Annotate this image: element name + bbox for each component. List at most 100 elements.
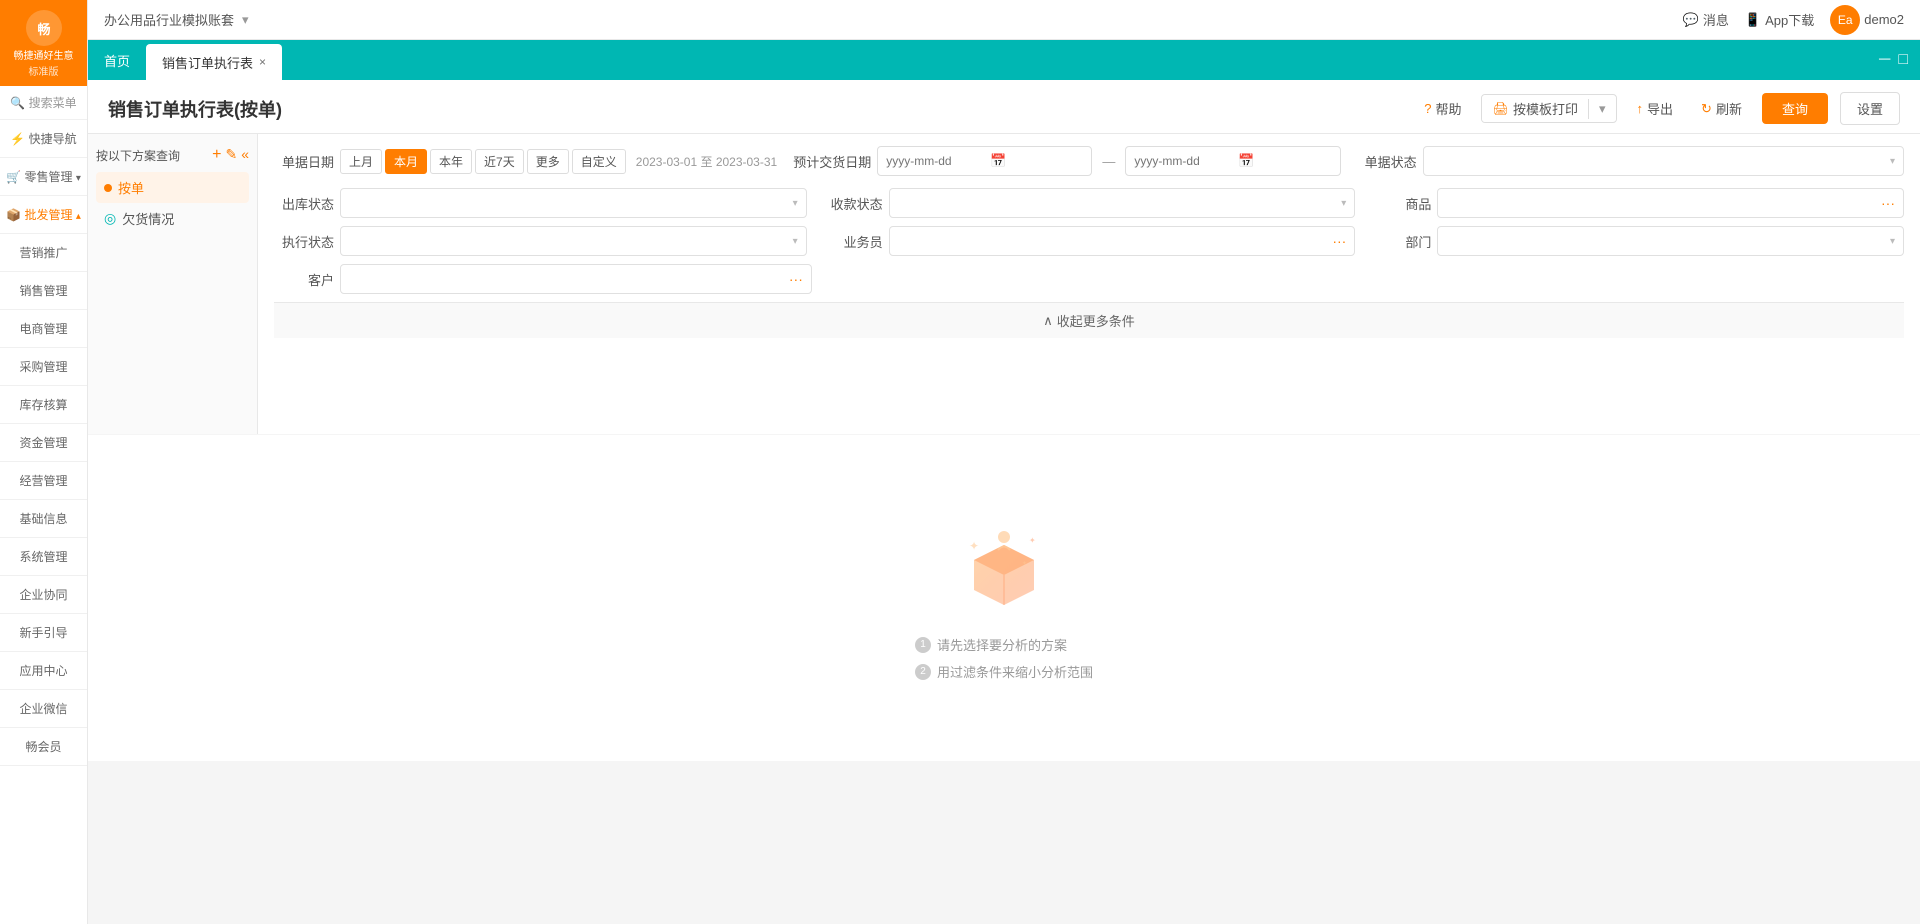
wholesale-label: 批发管理 [24, 208, 72, 222]
sidebar-item-quick-nav[interactable]: ⚡ 快捷导航 [0, 120, 87, 158]
tab-bar: 首页 销售订单执行表 × ─ □ [88, 40, 1920, 80]
sidebar-item-sales[interactable]: 销售管理 [0, 272, 87, 310]
date-this-year-btn[interactable]: 本年 [430, 149, 472, 174]
tip-num-1: 1 [915, 637, 931, 653]
retail-arrow: ▾ [76, 173, 81, 184]
goods-more-icon: ··· [1881, 195, 1895, 211]
delivery-select[interactable]: ▾ [340, 188, 807, 218]
expected-date-group: 预计交货日期 📅 — 📅 [793, 146, 1340, 176]
settings-button[interactable]: 设置 [1840, 92, 1900, 125]
refresh-icon: ↻ [1701, 101, 1712, 117]
svg-text:✦: ✦ [1022, 560, 1027, 567]
exec-select[interactable]: ▾ [340, 226, 807, 256]
expected-date-end-input[interactable]: 📅 [1125, 146, 1340, 176]
user-menu[interactable]: Ea demo2 [1830, 5, 1904, 35]
tab-close-button[interactable]: × [259, 55, 266, 69]
quick-nav-label: 快捷导航 [29, 132, 77, 146]
expected-date-start-field[interactable] [886, 154, 986, 168]
empty-tip-2: 2 用过滤条件来缩小分析范围 [915, 662, 1093, 681]
app-download-label: App下载 [1765, 10, 1814, 29]
app-download-button[interactable]: 📱 App下载 [1745, 10, 1814, 29]
goods-input[interactable]: ··· [1437, 188, 1904, 218]
collapse-button[interactable]: ∧ 收起更多条件 [274, 302, 1904, 338]
filter-row-2: 出库状态 ▾ 收款状态 ▾ 商品 [274, 188, 1904, 218]
collapse-sidebar-button[interactable]: « [241, 146, 249, 164]
sidebar-item-system[interactable]: 系统管理 [0, 538, 87, 576]
help-button[interactable]: ? 帮助 [1416, 95, 1469, 122]
date-7days-btn[interactable]: 近7天 [475, 149, 524, 174]
circle-icon: ◎ [104, 210, 116, 227]
filter-row-3: 执行状态 ▾ 业务员 ··· 部门 [274, 226, 1904, 256]
empty-tips: 1 请先选择要分析的方案 2 用过滤条件来缩小分析范围 [915, 635, 1093, 681]
edit-scheme-button[interactable]: ✎ [225, 146, 237, 164]
refresh-button[interactable]: ↻ 刷新 [1693, 95, 1750, 122]
refresh-label: 刷新 [1716, 99, 1742, 118]
customer-more-icon: ··· [789, 271, 803, 287]
scheme-item-by-order[interactable]: 按单 [96, 172, 249, 203]
query-button[interactable]: 查询 [1762, 93, 1828, 124]
breadcrumb-arrow-icon[interactable]: ▾ [242, 12, 249, 28]
ecommerce-label: 电商管理 [19, 322, 67, 336]
tab-sales-order[interactable]: 销售订单执行表 × [146, 44, 282, 80]
sidebar-item-operations[interactable]: 经营管理 [0, 462, 87, 500]
expected-date-end-field[interactable] [1134, 154, 1234, 168]
sidebar-item-search[interactable]: 🔍 搜索菜单 [0, 86, 87, 120]
delivery-arrow-icon: ▾ [793, 198, 798, 209]
print-button-group: 🖨 按模板打印 ▾ [1481, 94, 1616, 123]
sidebar-item-marketing[interactable]: 营销推广 [0, 234, 87, 272]
date-more-btn[interactable]: 更多 [527, 149, 569, 174]
goods-filter-group: 商品 ··· [1371, 188, 1904, 218]
message-button[interactable]: 💬 消息 [1683, 10, 1729, 29]
sidebar-item-collab[interactable]: 企业协同 [0, 576, 87, 614]
tab-home[interactable]: 首页 [88, 40, 146, 80]
search-label: 搜索菜单 [29, 96, 77, 110]
sidebar-item-retail[interactable]: 🛒 零售管理 ▾ [0, 158, 87, 196]
salesperson-input[interactable]: ··· [889, 226, 1356, 256]
filter-row-4: 客户 ··· [274, 264, 812, 294]
sidebar-item-inventory[interactable]: 库存核算 [0, 386, 87, 424]
scheme-shortage-label: 欠货情况 [122, 209, 174, 228]
tab-maximize-button[interactable]: □ [1898, 51, 1908, 69]
sidebar-item-finance[interactable]: 资金管理 [0, 424, 87, 462]
sidebar-item-purchase[interactable]: 采购管理 [0, 348, 87, 386]
date-custom-btn[interactable]: 自定义 [572, 149, 626, 174]
status-select[interactable]: ▾ [1423, 146, 1904, 176]
date-prev-month-btn[interactable]: 上月 [340, 149, 382, 174]
print-icon: 🖨 [1492, 101, 1509, 117]
sidebar-item-member[interactable]: 畅会员 [0, 728, 87, 766]
member-label: 畅会员 [25, 740, 61, 754]
help-icon: ? [1424, 101, 1431, 116]
collection-select[interactable]: ▾ [889, 188, 1356, 218]
date-filter-group: 单据日期 上月 本月 本年 近7天 更多 自定义 2023-03-01 至 20… [274, 149, 777, 174]
home-tab-label: 首页 [104, 51, 130, 70]
expected-date-start-input[interactable]: 📅 [877, 146, 1092, 176]
add-scheme-button[interactable]: + [212, 146, 221, 164]
filter-row-1: 单据日期 上月 本月 本年 近7天 更多 自定义 2023-03-01 至 20… [274, 146, 1904, 176]
sidebar-item-app-center[interactable]: 应用中心 [0, 652, 87, 690]
calendar-start-icon: 📅 [990, 153, 1006, 169]
delivery-label: 出库状态 [274, 194, 334, 213]
app-logo: 畅 畅捷通好生意 标准版 [0, 0, 87, 86]
dept-select[interactable]: ▾ [1437, 226, 1904, 256]
sidebar-item-wholesale[interactable]: 📦 批发管理 ▴ [0, 196, 87, 234]
sidebar-item-new-guide[interactable]: 新手引导 [0, 614, 87, 652]
scheme-item-shortage[interactable]: ◎ 欠货情况 [96, 203, 249, 234]
date-this-month-btn[interactable]: 本月 [385, 149, 427, 174]
tab-minimize-button[interactable]: ─ [1879, 51, 1890, 69]
sidebar-item-ecommerce[interactable]: 电商管理 [0, 310, 87, 348]
empty-state: ✦ ✦ ✦ 1 请先选择要分析的方案 2 用过滤条件来缩小分析范围 [88, 435, 1920, 761]
svg-text:畅: 畅 [37, 22, 50, 37]
operations-label: 经营管理 [19, 474, 67, 488]
export-button[interactable]: ↑ 导出 [1629, 95, 1682, 122]
salesperson-label: 业务员 [823, 232, 883, 251]
sales-label: 销售管理 [19, 284, 67, 298]
empty-illustration: ✦ ✦ ✦ [954, 515, 1054, 615]
active-tab-label: 销售订单执行表 [162, 53, 253, 72]
print-button[interactable]: 🖨 按模板打印 [1482, 95, 1588, 122]
retail-icon: 🛒 [6, 170, 21, 184]
purchase-label: 采购管理 [19, 360, 67, 374]
sidebar-item-basic-info[interactable]: 基础信息 [0, 500, 87, 538]
customer-input[interactable]: ··· [340, 264, 812, 294]
sidebar-item-wechat[interactable]: 企业微信 [0, 690, 87, 728]
print-arrow-button[interactable]: ▾ [1589, 97, 1616, 121]
